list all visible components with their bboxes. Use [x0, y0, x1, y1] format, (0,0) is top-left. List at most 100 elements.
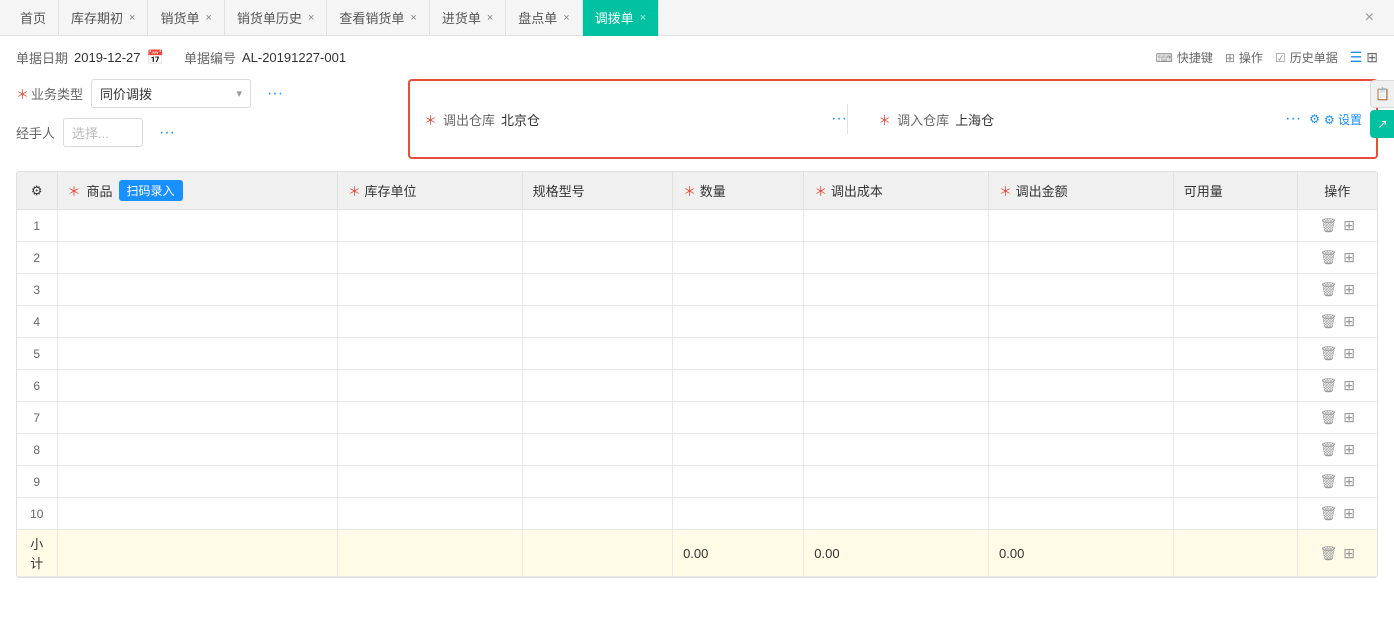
- row-spec[interactable]: [522, 338, 672, 370]
- row-unit[interactable]: [337, 466, 522, 498]
- layout-icon-grid[interactable]: ⊞: [1366, 49, 1378, 66]
- row-qty[interactable]: [673, 466, 804, 498]
- row-unit[interactable]: [337, 242, 522, 274]
- row-cost[interactable]: [804, 402, 989, 434]
- row-cost[interactable]: [804, 434, 989, 466]
- copy-row-icon[interactable]: ⊞: [1343, 441, 1355, 458]
- row-product[interactable]: [57, 242, 337, 274]
- history-button[interactable]: ☑ 历史单据: [1275, 49, 1338, 66]
- row-product[interactable]: [57, 466, 337, 498]
- row-amount[interactable]: [989, 210, 1174, 242]
- row-unit[interactable]: [337, 370, 522, 402]
- in-warehouse-value[interactable]: 上海仓: [955, 110, 1279, 129]
- row-spec[interactable]: [522, 498, 672, 530]
- delete-row-icon[interactable]: 🗑: [1319, 441, 1337, 458]
- out-warehouse-value[interactable]: 北京仓: [501, 110, 825, 129]
- row-qty[interactable]: [673, 338, 804, 370]
- row-spec[interactable]: [522, 210, 672, 242]
- row-qty[interactable]: [673, 402, 804, 434]
- tab-home[interactable]: 首页: [8, 0, 59, 36]
- row-cost[interactable]: [804, 466, 989, 498]
- delete-row-icon[interactable]: 🗑: [1319, 345, 1337, 362]
- row-product[interactable]: [57, 370, 337, 402]
- row-unit[interactable]: [337, 306, 522, 338]
- row-spec[interactable]: [522, 274, 672, 306]
- row-spec[interactable]: [522, 306, 672, 338]
- scan-input-button[interactable]: 扫码录入: [119, 180, 183, 201]
- window-close-button[interactable]: ×: [1353, 9, 1386, 27]
- row-unit[interactable]: [337, 402, 522, 434]
- copy-row-icon[interactable]: ⊞: [1343, 473, 1355, 490]
- row-cost[interactable]: [804, 370, 989, 402]
- row-qty[interactable]: [673, 210, 804, 242]
- tab-sales-history-close[interactable]: ×: [308, 12, 314, 24]
- row-amount[interactable]: [989, 370, 1174, 402]
- tab-sales-order[interactable]: 销货单 ×: [148, 0, 224, 36]
- row-spec[interactable]: [522, 242, 672, 274]
- row-amount[interactable]: [989, 466, 1174, 498]
- tab-inventory-init[interactable]: 库存期初 ×: [59, 0, 148, 36]
- row-qty[interactable]: [673, 498, 804, 530]
- tab-sales-history[interactable]: 销货单历史 ×: [225, 0, 327, 36]
- delete-row-icon[interactable]: 🗑: [1319, 217, 1337, 234]
- biz-type-more-button[interactable]: ···: [267, 85, 283, 103]
- delete-row-icon[interactable]: 🗑: [1319, 313, 1337, 330]
- row-qty[interactable]: [673, 370, 804, 402]
- row-qty[interactable]: [673, 274, 804, 306]
- out-warehouse-more-button[interactable]: ···: [831, 110, 847, 128]
- form-settings-button[interactable]: ⚙ ⚙ 设置: [1309, 111, 1362, 128]
- copy-row-icon[interactable]: ⊞: [1343, 409, 1355, 426]
- copy-row-icon[interactable]: ⊞: [1343, 313, 1355, 330]
- copy-row-icon[interactable]: ⊞: [1343, 345, 1355, 362]
- tab-inventory-check[interactable]: 盘点单 ×: [506, 0, 582, 36]
- handler-more-button[interactable]: ···: [159, 124, 175, 142]
- row-amount[interactable]: [989, 274, 1174, 306]
- row-amount[interactable]: [989, 306, 1174, 338]
- row-unit[interactable]: [337, 210, 522, 242]
- tab-inventory-init-close[interactable]: ×: [129, 12, 135, 24]
- delete-icon[interactable]: 🗑: [1319, 545, 1337, 562]
- delete-row-icon[interactable]: 🗑: [1319, 249, 1337, 266]
- row-amount[interactable]: [989, 338, 1174, 370]
- row-qty[interactable]: [673, 434, 804, 466]
- calendar-icon[interactable]: 📅: [147, 49, 164, 66]
- row-product[interactable]: [57, 402, 337, 434]
- delete-row-icon[interactable]: 🗑: [1319, 377, 1337, 394]
- row-spec[interactable]: [522, 370, 672, 402]
- copy-icon[interactable]: ⊞: [1343, 545, 1355, 562]
- row-cost[interactable]: [804, 306, 989, 338]
- layout-icon-list[interactable]: ☰: [1350, 49, 1363, 66]
- row-unit[interactable]: [337, 434, 522, 466]
- in-warehouse-more-button[interactable]: ···: [1285, 110, 1301, 128]
- shortcut-button[interactable]: ⌨ 快捷键: [1156, 49, 1213, 66]
- delete-row-icon[interactable]: 🗑: [1319, 409, 1337, 426]
- row-cost[interactable]: [804, 210, 989, 242]
- tab-view-sales[interactable]: 查看销货单 ×: [327, 0, 429, 36]
- doc-date-value[interactable]: 2019-12-27: [74, 50, 141, 65]
- tab-purchase-order-close[interactable]: ×: [487, 12, 493, 24]
- col-gear[interactable]: ⚙: [17, 172, 57, 210]
- operations-button[interactable]: ⊞ 操作: [1225, 49, 1263, 66]
- copy-row-icon[interactable]: ⊞: [1343, 281, 1355, 298]
- biz-type-select[interactable]: 同价调拨 ▾: [91, 79, 251, 108]
- tab-transfer-order[interactable]: 调拨单 ×: [583, 0, 659, 36]
- tab-transfer-order-close[interactable]: ×: [640, 12, 646, 24]
- row-qty[interactable]: [673, 306, 804, 338]
- tab-inventory-check-close[interactable]: ×: [563, 12, 569, 24]
- row-amount[interactable]: [989, 498, 1174, 530]
- copy-row-icon[interactable]: ⊞: [1343, 377, 1355, 394]
- row-amount[interactable]: [989, 242, 1174, 274]
- row-product[interactable]: [57, 274, 337, 306]
- row-product[interactable]: [57, 306, 337, 338]
- row-unit[interactable]: [337, 274, 522, 306]
- row-product[interactable]: [57, 338, 337, 370]
- gear-settings-icon[interactable]: ⚙: [31, 183, 43, 198]
- delete-row-icon[interactable]: 🗑: [1319, 281, 1337, 298]
- sidebar-notes-button[interactable]: 📋: [1370, 80, 1394, 108]
- tab-view-sales-close[interactable]: ×: [410, 12, 416, 24]
- row-unit[interactable]: [337, 498, 522, 530]
- sidebar-expand-button[interactable]: ↗: [1370, 110, 1394, 138]
- tab-sales-order-close[interactable]: ×: [205, 12, 211, 24]
- row-amount[interactable]: [989, 402, 1174, 434]
- tab-purchase-order[interactable]: 进货单 ×: [430, 0, 506, 36]
